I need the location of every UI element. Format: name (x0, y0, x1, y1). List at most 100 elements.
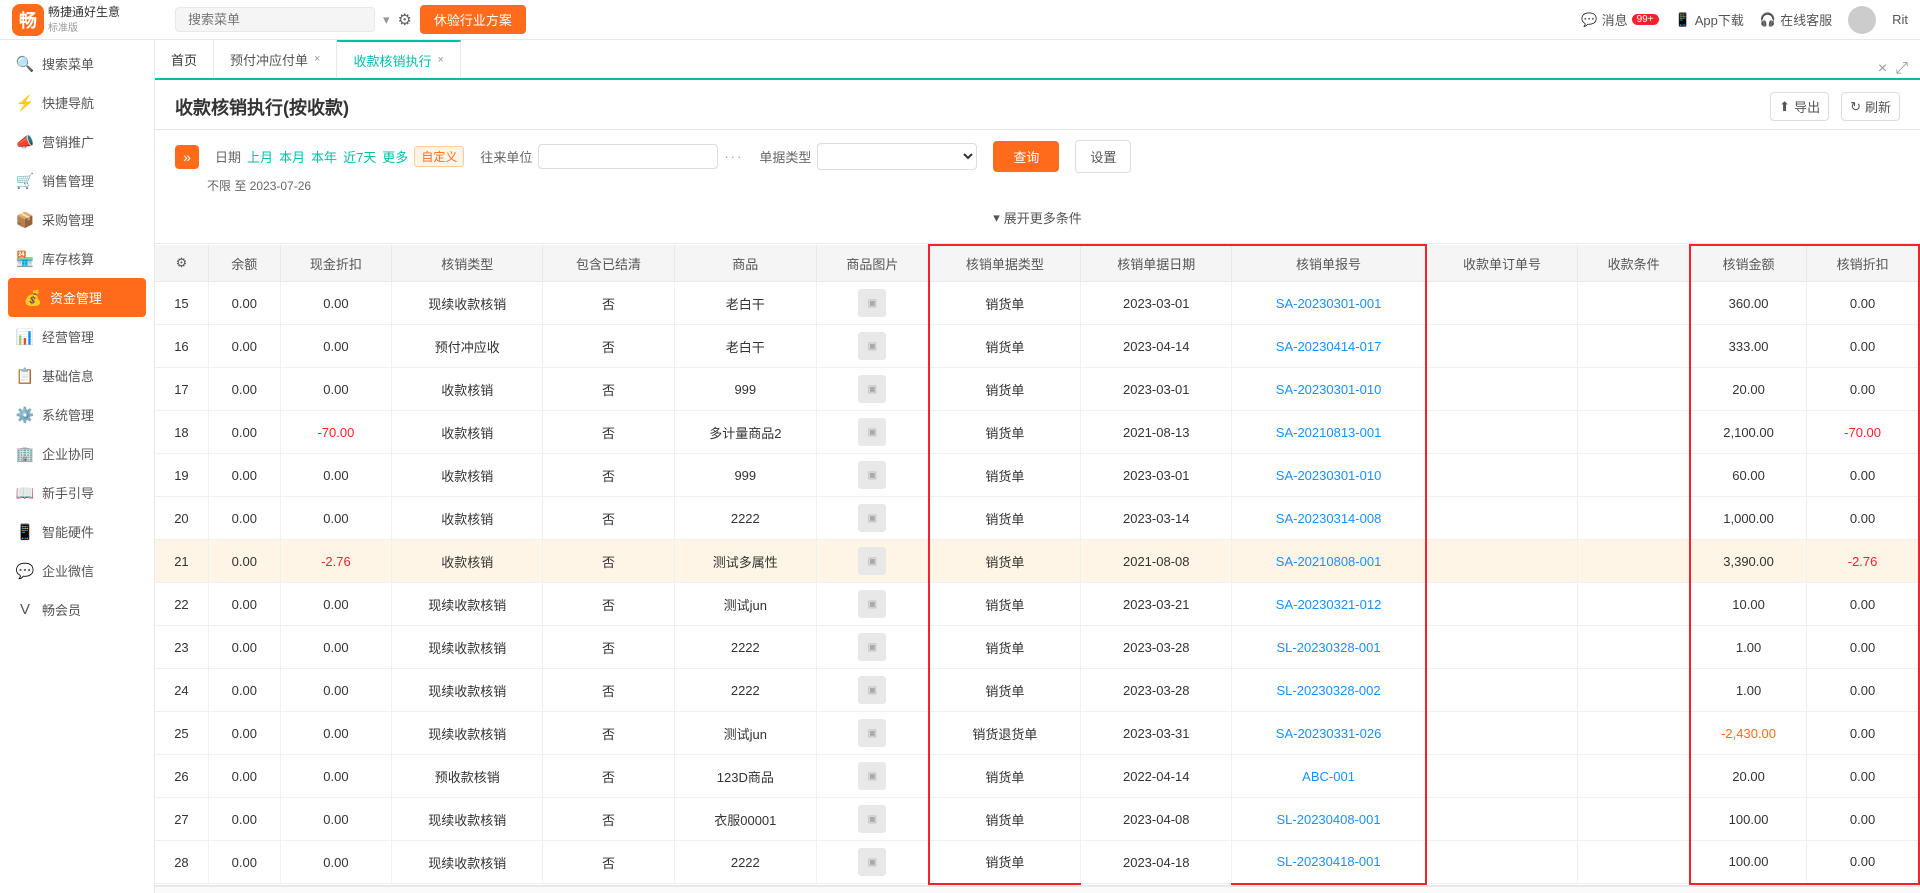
cell-include-settled: 否 (543, 497, 674, 540)
cell-include-settled: 否 (543, 841, 674, 884)
cell-verify-bill-date: 2021-08-08 (1081, 540, 1232, 583)
cell-product-img: ▣ (816, 755, 928, 798)
lightning-icon: ⚡ (16, 94, 34, 112)
online-service[interactable]: 🎧 在线客服 (1760, 10, 1832, 29)
sidebar-item-quick-nav[interactable]: ⚡ 快捷导航 (0, 83, 154, 122)
cell-verify-discount: -2.76 (1807, 540, 1919, 583)
cell-product-img: ▣ (816, 497, 928, 540)
cell-verify-amount: 360.00 (1690, 282, 1807, 325)
cell-verify-discount: 0.00 (1807, 497, 1919, 540)
industry-btn[interactable]: 休验行业方案 (420, 5, 526, 34)
sidebar-item-inventory[interactable]: 🏪 库存核算 (0, 239, 154, 278)
sidebar-item-weixin[interactable]: 💬 企业微信 (0, 551, 154, 590)
sidebar-item-guide[interactable]: 📖 新手引导 (0, 473, 154, 512)
cell-product: 2222 (674, 841, 816, 884)
filter-custom-btn[interactable]: 自定义 (414, 146, 464, 167)
refresh-button[interactable]: ↻ 刷新 (1841, 92, 1900, 121)
sidebar-item-sales[interactable]: 🛒 销售管理 (0, 161, 154, 200)
tab-home-label: 首页 (171, 50, 197, 69)
export-button[interactable]: ⬆ 导出 (1770, 92, 1829, 121)
chevron-down-icon[interactable]: ▾ (383, 12, 390, 28)
tab-prepay[interactable]: 预付冲应付单 × (214, 40, 337, 78)
gear-icon[interactable]: ⚙ (398, 10, 412, 30)
filter-row-1: » 日期 上月 本月 本年 近7天 更多 自定义 往来单位 ··· (175, 140, 1900, 173)
cell-cash-discount: 0.00 (280, 282, 391, 325)
sidebar-item-enterprise[interactable]: 🏢 企业协同 (0, 434, 154, 473)
cell-include-settled: 否 (543, 368, 674, 411)
cell-include-settled: 否 (543, 282, 674, 325)
sidebar-label-member: 畅会员 (42, 600, 81, 619)
cell-product: 老白干 (674, 282, 816, 325)
cell-verify-bill-date: 2023-03-14 (1081, 497, 1232, 540)
sidebar-item-system[interactable]: ⚙️ 系统管理 (0, 395, 154, 434)
cell-verify-discount: 0.00 (1807, 583, 1919, 626)
cell-verify-bill-no: SL-20230408-001 (1232, 798, 1426, 841)
message-label: 消息 (1602, 10, 1628, 29)
cell-product: 老白干 (674, 325, 816, 368)
filter-partner-group: 往来单位 ··· (480, 144, 743, 169)
col-header-verify-discount: 核销折扣 (1807, 245, 1919, 282)
cell-product-img: ▣ (816, 368, 928, 411)
avatar[interactable] (1848, 6, 1876, 34)
filter-partner-input[interactable] (538, 144, 718, 169)
sidebar-item-smart-hw[interactable]: 📱 智能硬件 (0, 512, 154, 551)
cell-verify-type: 收款核销 (392, 497, 543, 540)
sidebar-item-operations[interactable]: 📊 经营管理 (0, 317, 154, 356)
col-header-verify-amount: 核销金额 (1690, 245, 1807, 282)
cell-receipt-order-no (1426, 712, 1578, 755)
cell-receipt-condition (1578, 368, 1690, 411)
cell-verify-discount: 0.00 (1807, 841, 1919, 884)
cell-balance: 0.00 (208, 540, 280, 583)
search-icon: 🔍 (16, 55, 34, 73)
table-row: 17 0.00 0.00 收款核销 否 999 ▣ 销货单 2023-03-01… (155, 368, 1919, 411)
filter-bar: » 日期 上月 本月 本年 近7天 更多 自定义 往来单位 ··· (155, 130, 1920, 244)
sidebar-item-search[interactable]: 🔍 搜索菜单 (0, 44, 154, 83)
cell-verify-discount: -70.00 (1807, 411, 1919, 454)
cell-verify-bill-no: SA-20230301-001 (1232, 282, 1426, 325)
filter-this-month[interactable]: 本月 (279, 147, 305, 166)
filter-bill-type-select[interactable] (817, 143, 977, 170)
sidebar-label-smart-hw: 智能硬件 (42, 522, 94, 541)
sidebar-item-base-info[interactable]: 📋 基础信息 (0, 356, 154, 395)
col-header-gear[interactable]: ⚙ (155, 245, 208, 282)
tab-receipt-verify[interactable]: 收款核销执行 × (337, 40, 460, 78)
table-row: 20 0.00 0.00 收款核销 否 2222 ▣ 销货单 2023-03-1… (155, 497, 1919, 540)
tab-home[interactable]: 首页 (155, 40, 214, 78)
col-header-receipt-order-no: 收款单订单号 (1426, 245, 1578, 282)
sidebar-label-quick-nav: 快捷导航 (42, 93, 94, 112)
expand-more-conditions[interactable]: ▾ 展开更多条件 (981, 204, 1094, 231)
tab-close-all-icon[interactable]: × (1878, 60, 1887, 78)
filter-this-year[interactable]: 本年 (311, 147, 337, 166)
query-button[interactable]: 查询 (993, 141, 1059, 172)
cell-balance: 0.00 (208, 497, 280, 540)
app-download[interactable]: 📱 App下载 (1675, 10, 1744, 29)
sidebar: 🔍 搜索菜单 ⚡ 快捷导航 📣 营销推广 🛒 销售管理 📦 采购管理 🏪 库存核… (0, 40, 155, 893)
message-area[interactable]: 💬 消息 99+ (1581, 10, 1658, 29)
sidebar-item-member[interactable]: V 畅会员 (0, 590, 154, 629)
filter-more-dates[interactable]: 更多 (382, 147, 408, 166)
sidebar-item-finance[interactable]: 💰 资金管理 (8, 278, 146, 317)
table-row: 27 0.00 0.00 现续收款核销 否 衣服00001 ▣ 销货单 2023… (155, 798, 1919, 841)
filter-partner-dots[interactable]: ··· (724, 149, 743, 164)
cell-verify-amount: 2,100.00 (1690, 411, 1807, 454)
tab-bar-actions: × ⤢ (1866, 60, 1920, 78)
sidebar-item-marketing[interactable]: 📣 营销推广 (0, 122, 154, 161)
cell-verify-amount: 333.00 (1690, 325, 1807, 368)
cell-verify-bill-no: SA-20230321-012 (1232, 583, 1426, 626)
search-input[interactable] (175, 7, 375, 32)
settings-button[interactable]: 设置 (1075, 140, 1131, 173)
filter-expand-button[interactable]: » (175, 145, 199, 169)
cell-no: 16 (155, 325, 208, 368)
filter-last7[interactable]: 近7天 (343, 147, 376, 166)
top-bar: 畅 畅捷通好生意 标准版 ▾ ⚙ 休验行业方案 💬 消息 99+ 📱 App下载… (0, 0, 1920, 40)
sidebar-item-purchase[interactable]: 📦 采购管理 (0, 200, 154, 239)
cell-verify-discount: 0.00 (1807, 712, 1919, 755)
cell-product-img: ▣ (816, 411, 928, 454)
filter-partner-label: 往来单位 (480, 147, 532, 166)
cell-product-img: ▣ (816, 669, 928, 712)
tab-prepay-close[interactable]: × (314, 53, 320, 65)
cell-balance: 0.00 (208, 454, 280, 497)
filter-last-month[interactable]: 上月 (247, 147, 273, 166)
tab-receipt-verify-close[interactable]: × (437, 54, 443, 66)
tab-maximize-icon[interactable]: ⤢ (1895, 60, 1908, 78)
